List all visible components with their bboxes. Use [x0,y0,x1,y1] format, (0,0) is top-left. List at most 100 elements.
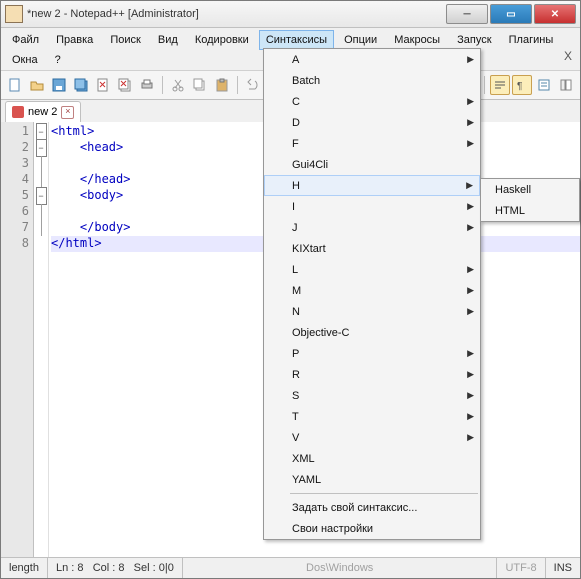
syntax-item-yaml[interactable]: YAML [264,469,480,490]
syntax-item-v[interactable]: V▶ [264,427,480,448]
file-tab[interactable]: new 2 × [5,101,81,122]
menu-encoding[interactable]: Кодировки [188,30,256,50]
syntax-item-a[interactable]: A▶ [264,49,480,70]
menu-edit[interactable]: Правка [49,30,100,50]
syntax-item-gui4cli[interactable]: Gui4Cli [264,154,480,175]
menu-macro[interactable]: Макросы [387,30,447,50]
fold-line [41,172,42,188]
new-file-icon[interactable] [5,75,25,95]
menu-file[interactable]: Файл [5,30,46,50]
syntax-item-t[interactable]: T▶ [264,406,480,427]
close-all-icon[interactable] [115,75,135,95]
wordwrap-icon[interactable] [490,75,510,95]
submenu-arrow-icon: ▶ [467,54,474,65]
title-bar[interactable]: *new 2 - Notepad++ [Administrator] ─ ▭ ✕ [1,1,580,28]
close-file-icon[interactable] [93,75,113,95]
line-number: 3 [1,156,33,172]
menu-search[interactable]: Поиск [103,30,147,50]
submenu-arrow-icon: ▶ [467,411,474,422]
menu-plugins[interactable]: Плагины [502,30,561,50]
fold-line [41,204,42,220]
open-file-icon[interactable] [27,75,47,95]
syntax-item-s[interactable]: S▶ [264,385,480,406]
window-title: *new 2 - Notepad++ [Administrator] [27,8,444,20]
paste-icon[interactable] [212,75,232,95]
syntax-item-j[interactable]: J▶ [264,217,480,238]
submenu-arrow-icon: ▶ [467,201,474,212]
submenu-arrow-icon: ▶ [467,432,474,443]
syntax-item-r[interactable]: R▶ [264,364,480,385]
syntax-item-custom[interactable]: Задать свой синтаксис... [264,497,480,518]
fold-minus-icon[interactable]: − [36,139,47,157]
save-all-icon[interactable] [71,75,91,95]
fold-line [41,156,42,172]
status-length: length [1,558,48,578]
syntax-item-kixtart[interactable]: KIXtart [264,238,480,259]
toolbar-separator [162,76,163,94]
syntax-item-d[interactable]: D▶ [264,112,480,133]
status-ln: Ln : 8 [56,562,84,574]
copy-icon[interactable] [190,75,210,95]
svg-text:¶: ¶ [517,81,522,92]
line-number: 8 [1,236,33,252]
menu-syntax[interactable]: Синтаксисы [259,30,334,50]
menu-separator [290,493,478,494]
undo-icon[interactable] [243,75,263,95]
menu-help[interactable]: ? [48,50,68,70]
close-button[interactable]: ✕ [534,4,576,24]
submenu-arrow-icon: ▶ [467,96,474,107]
status-eol: Dos\Windows [183,558,498,578]
code-line: <body> [51,188,123,202]
menu-windows[interactable]: Окна [5,50,45,70]
syntax-item-l[interactable]: L▶ [264,259,480,280]
tab-close-icon[interactable]: × [61,106,74,119]
file-tab-label: new 2 [28,106,57,118]
menu-options[interactable]: Опции [337,30,384,50]
syntax-item-own[interactable]: Свои настройки [264,518,480,539]
syntax-item-m[interactable]: M▶ [264,280,480,301]
minimize-button[interactable]: ─ [446,4,488,24]
syntax-item-batch[interactable]: Batch [264,70,480,91]
toolbar-separator [484,76,485,94]
syntax-item-h[interactable]: H▶ [264,175,480,196]
function-list-icon[interactable] [534,75,554,95]
submenu-arrow-icon: ▶ [467,306,474,317]
file-modified-icon [12,106,24,118]
syntax-item-c[interactable]: C▶ [264,91,480,112]
line-number: 4 [1,172,33,188]
cut-icon[interactable] [168,75,188,95]
line-number: 1 [1,124,33,140]
submenu-arrow-icon: ▶ [466,180,473,191]
status-position: Ln : 8 Col : 8 Sel : 0|0 [48,558,183,578]
show-symbols-icon[interactable]: ¶ [512,75,532,95]
submenu-arrow-icon: ▶ [467,348,474,359]
submenu-arrow-icon: ▶ [467,222,474,233]
submenu-arrow-icon: ▶ [467,117,474,128]
tabbar-close-icon[interactable]: X [564,49,572,63]
menu-view[interactable]: Вид [151,30,185,50]
syntax-item-f[interactable]: F▶ [264,133,480,154]
fold-minus-icon[interactable]: − [36,187,47,205]
folder-view-icon[interactable] [556,75,576,95]
syntax-dropdown: A▶ Batch C▶ D▶ F▶ Gui4Cli H▶ I▶ J▶ KIXta… [263,48,481,540]
line-number: 5 [1,188,33,204]
status-bar: length Ln : 8 Col : 8 Sel : 0|0 Dos\Wind… [1,557,580,578]
syntax-item-haskell[interactable]: Haskell [481,179,579,200]
submenu-arrow-icon: ▶ [467,138,474,149]
syntax-item-i[interactable]: I▶ [264,196,480,217]
syntax-item-objc[interactable]: Objective-C [264,322,480,343]
menu-run[interactable]: Запуск [450,30,498,50]
line-number: 6 [1,204,33,220]
code-line: <html> [51,124,94,138]
submenu-arrow-icon: ▶ [467,369,474,380]
save-icon[interactable] [49,75,69,95]
maximize-button[interactable]: ▭ [490,4,532,24]
syntax-item-html[interactable]: HTML [481,200,579,221]
h-submenu: Haskell HTML [480,178,580,222]
syntax-item-xml[interactable]: XML [264,448,480,469]
print-icon[interactable] [137,75,157,95]
syntax-item-p[interactable]: P▶ [264,343,480,364]
syntax-item-n[interactable]: N▶ [264,301,480,322]
line-number: 2 [1,140,33,156]
code-line: </head> [51,172,130,186]
